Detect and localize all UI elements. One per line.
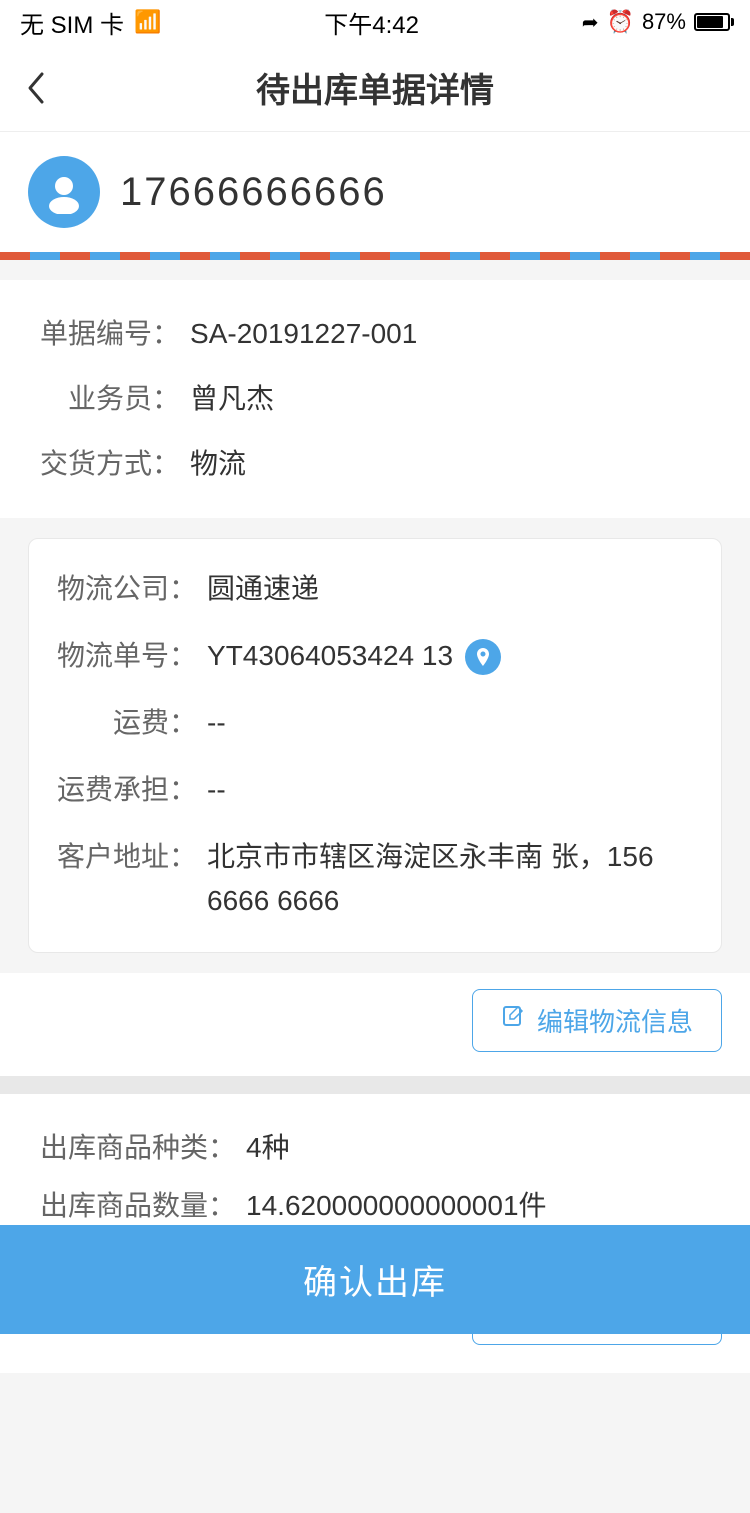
goods-quantity-value: 14.620000000000001件: [246, 1184, 547, 1224]
section-divider: [0, 1076, 750, 1094]
top-gap: [0, 260, 750, 280]
page-title: 待出库单据详情: [256, 63, 494, 112]
address-row: 客户地址： 北京市市辖区海淀区永丰南 张，156 6666 6666: [57, 835, 693, 925]
confirm-btn-area: 确认出库: [0, 1225, 750, 1334]
agent-row: 业务员： 曾凡杰: [40, 377, 710, 422]
company-row: 物流公司： 圆通速递: [57, 567, 693, 612]
tracking-value: YT43064053424 13: [207, 634, 693, 679]
goods-type-row: 出库商品种类： 4种: [40, 1126, 710, 1166]
status-bar: 无 SIM 卡 📶 下午4:42 ➦ ⏰ 87%: [0, 0, 750, 44]
company-value: 圆通速递: [207, 567, 693, 612]
goods-quantity-row: 出库商品数量： 14.620000000000001件: [40, 1184, 710, 1224]
location-arrow-icon: ➦: [582, 10, 599, 35]
company-label: 物流公司：: [57, 567, 197, 612]
goods-type-label: 出库商品种类：: [40, 1126, 236, 1166]
edit-btn-row: 编辑物流信息: [0, 973, 750, 1076]
customer-header: 17666666666: [0, 132, 750, 252]
customer-phone: 17666666666: [120, 170, 387, 215]
order-info-section: 单据编号： SA-20191227-001 业务员： 曾凡杰 交货方式： 物流: [0, 280, 750, 518]
battery-percent: 87%: [642, 9, 686, 35]
nav-bar: 待出库单据详情: [0, 44, 750, 132]
back-button[interactable]: [24, 70, 48, 106]
order-no-value: SA-20191227-001: [190, 312, 710, 357]
address-label: 客户地址：: [57, 835, 197, 880]
freight-row: 运费： --: [57, 701, 693, 746]
logistics-card: 物流公司： 圆通速递 物流单号： YT43064053424 13 运费： --…: [28, 538, 722, 953]
delivery-value: 物流: [190, 442, 710, 487]
wifi-icon: 📶: [134, 9, 161, 35]
freight-value: --: [207, 701, 693, 746]
battery-icon: [694, 13, 730, 31]
status-left: 无 SIM 卡 📶: [20, 5, 161, 40]
edit-logistics-button[interactable]: 编辑物流信息: [472, 989, 722, 1052]
freight-label: 运费：: [57, 701, 197, 746]
order-no-label: 单据编号：: [40, 312, 180, 357]
address-value: 北京市市辖区海淀区永丰南 张，156 6666 6666: [207, 835, 693, 925]
status-right: ➦ ⏰ 87%: [582, 9, 730, 35]
agent-value: 曾凡杰: [190, 377, 710, 422]
order-no-row: 单据编号： SA-20191227-001: [40, 312, 710, 357]
edit-btn-label: 编辑物流信息: [537, 1002, 693, 1039]
agent-label: 业务员：: [40, 377, 180, 422]
alarm-icon: ⏰: [607, 9, 634, 35]
freight-bear-row: 运费承担： --: [57, 768, 693, 813]
goods-type-value: 4种: [246, 1126, 290, 1166]
edit-icon: [501, 1004, 527, 1037]
freight-bear-value: --: [207, 768, 693, 813]
bottom-gap: [0, 1373, 750, 1513]
delivery-label: 交货方式：: [40, 442, 180, 487]
tracking-label: 物流单号：: [57, 634, 197, 679]
freight-bear-label: 运费承担：: [57, 768, 197, 813]
delivery-row: 交货方式： 物流: [40, 442, 710, 487]
goods-quantity-label: 出库商品数量：: [40, 1184, 236, 1224]
carrier-text: 无 SIM 卡: [20, 5, 124, 40]
dashed-divider: [0, 252, 750, 260]
tracking-row: 物流单号： YT43064053424 13: [57, 634, 693, 679]
time-text: 下午4:42: [324, 5, 419, 40]
avatar: [28, 156, 100, 228]
location-pin-icon[interactable]: [465, 639, 501, 675]
confirm-outbound-button[interactable]: 确认出库: [0, 1245, 750, 1314]
